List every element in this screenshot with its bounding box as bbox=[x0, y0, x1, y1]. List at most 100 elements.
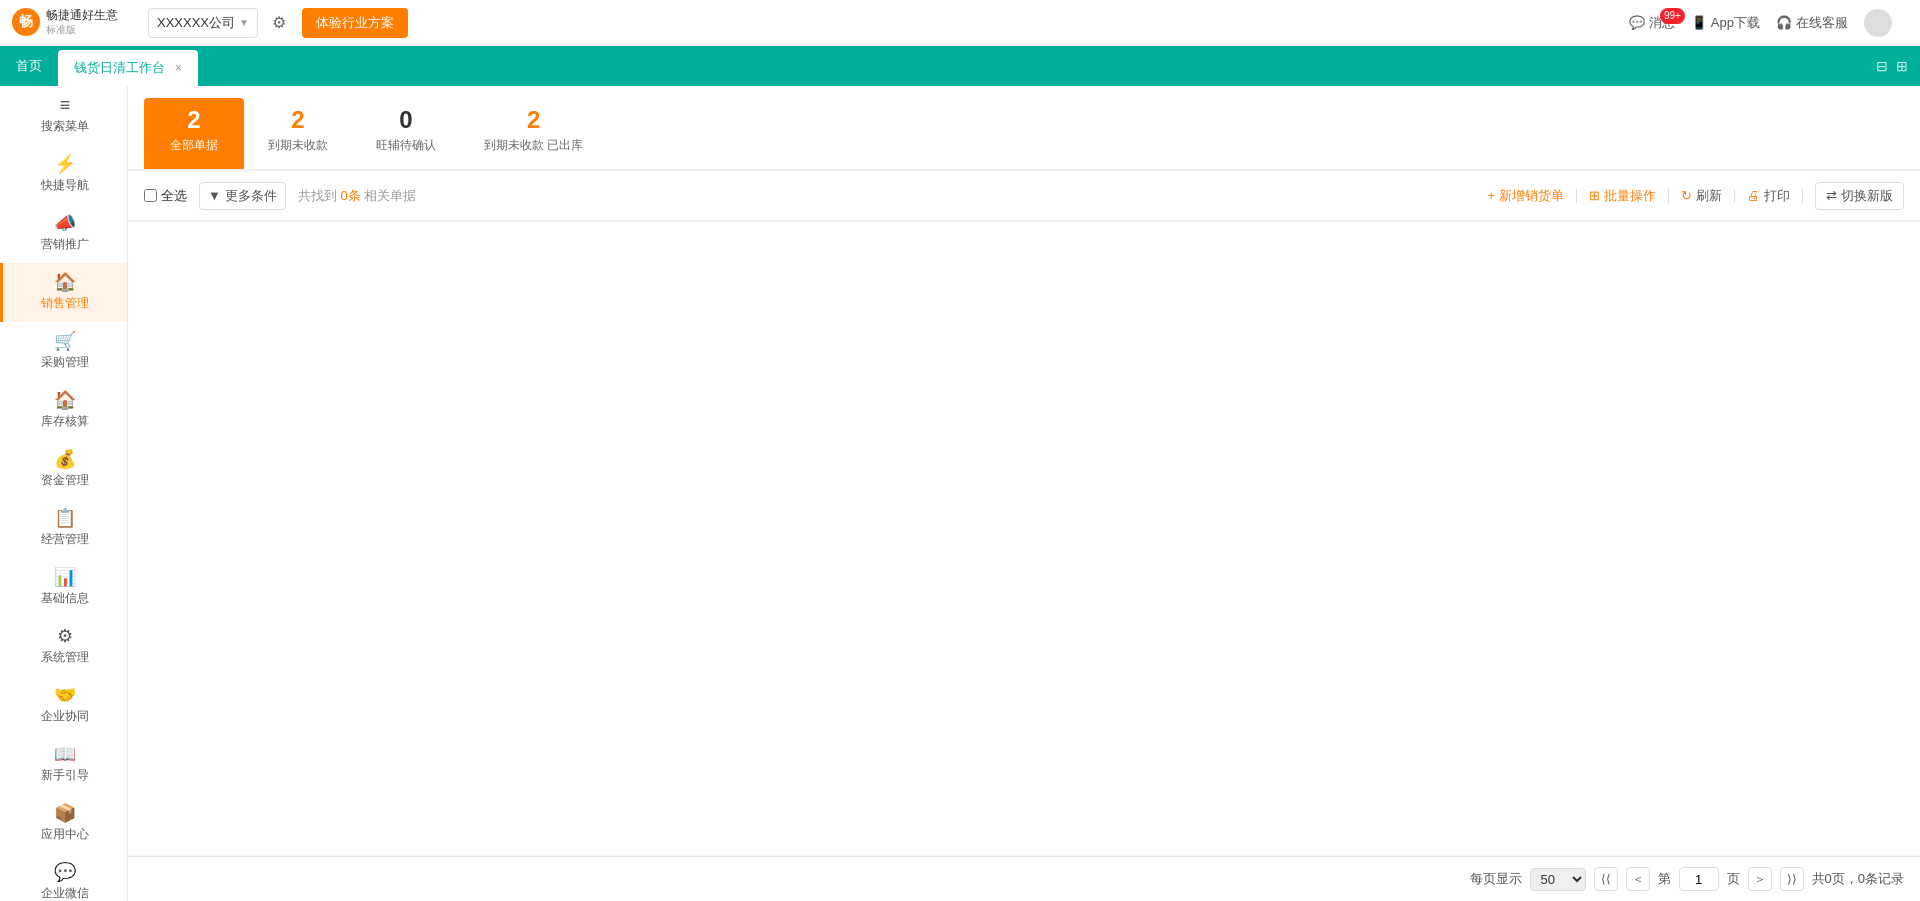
toolbar-divider-1 bbox=[1576, 189, 1577, 203]
sidebar-label-purchase: 采购管理 bbox=[41, 354, 89, 371]
company-dropdown-arrow: ▼ bbox=[239, 17, 249, 28]
marketing-icon: 📣 bbox=[54, 214, 76, 232]
experience-btn[interactable]: 体验行业方案 bbox=[302, 8, 408, 38]
switch-version-btn[interactable]: ⇄ 切换新版 bbox=[1815, 182, 1904, 210]
found-prefix: 共找到 bbox=[298, 188, 337, 203]
sidebar-item-purchase[interactable]: 🛒 采购管理 bbox=[0, 322, 127, 381]
tab-close-icon[interactable]: × bbox=[175, 61, 182, 75]
logo-text-group: 畅捷通好生意 标准版 bbox=[46, 8, 118, 36]
filter-icon: ▼ bbox=[208, 188, 221, 203]
page-label-2: 页 bbox=[1727, 870, 1740, 888]
sidebar-label-inventory: 库存核算 bbox=[41, 413, 89, 430]
sidebar-item-quick-nav[interactable]: ⚡ 快捷导航 bbox=[0, 145, 127, 204]
app-center-icon: 📦 bbox=[54, 804, 76, 822]
print-btn[interactable]: 🖨 打印 bbox=[1747, 187, 1790, 205]
new-order-btn[interactable]: + 新增销货单 bbox=[1487, 187, 1564, 205]
page-label: 第 bbox=[1658, 870, 1671, 888]
toolbar-divider-2 bbox=[1668, 189, 1669, 203]
new-order-label: 新增销货单 bbox=[1499, 187, 1564, 205]
batch-label: 批量操作 bbox=[1604, 187, 1656, 205]
sidebar-item-search-menu[interactable]: ≡ 搜索菜单 bbox=[0, 86, 127, 145]
operations-icon: 📋 bbox=[54, 509, 76, 527]
refresh-btn[interactable]: ↻ 刷新 bbox=[1681, 187, 1722, 205]
filter-btn[interactable]: ▼ 更多条件 bbox=[199, 182, 286, 210]
tab-home[interactable]: 首页 bbox=[0, 46, 58, 86]
sidebar-item-enterprise[interactable]: 🤝 企业协同 bbox=[0, 676, 127, 735]
sidebar-item-guide[interactable]: 📖 新手引导 bbox=[0, 735, 127, 794]
sidebar-item-basic-info[interactable]: 📊 基础信息 bbox=[0, 558, 127, 617]
sidebar-label-app-center: 应用中心 bbox=[41, 826, 89, 843]
sidebar-label-sales: 销售管理 bbox=[41, 295, 89, 312]
stat-tab-overdue[interactable]: 2 到期未收款 bbox=[244, 98, 352, 169]
app-download-label: App下载 bbox=[1711, 14, 1760, 32]
logo-area: 畅 畅捷通好生意 标准版 bbox=[12, 8, 140, 36]
plus-icon: + bbox=[1487, 188, 1495, 203]
page-first-btn[interactable]: ⟨⟨ bbox=[1594, 867, 1618, 891]
stat-pending-number: 0 bbox=[399, 106, 412, 135]
table-area bbox=[128, 223, 1920, 854]
sidebar-item-marketing[interactable]: 📣 营销推广 bbox=[0, 204, 127, 263]
tab-home-label: 首页 bbox=[16, 57, 42, 75]
select-all-label: 全选 bbox=[161, 187, 187, 205]
system-icon: ⚙ bbox=[57, 627, 73, 645]
company-selector[interactable]: XXXXXX公司 ▼ bbox=[148, 8, 258, 38]
sidebar-item-system[interactable]: ⚙ 系统管理 bbox=[0, 617, 127, 676]
stat-all-label: 全部单据 bbox=[170, 137, 218, 154]
stat-shipped-number: 2 bbox=[527, 106, 540, 135]
refresh-label: 刷新 bbox=[1696, 187, 1722, 205]
tab-work[interactable]: 钱货日清工作台 × bbox=[58, 50, 198, 86]
sidebar-label-basic-info: 基础信息 bbox=[41, 590, 89, 607]
settings-button[interactable]: ⚙ bbox=[264, 8, 294, 38]
content-area: 2 全部单据 2 到期未收款 0 旺辅待确认 2 到期未收款 已出库 全选 bbox=[128, 86, 1920, 901]
select-all-checkbox[interactable]: 全选 bbox=[144, 187, 187, 205]
page-size-select[interactable]: 50 10 20 100 bbox=[1530, 868, 1586, 891]
batch-operation-btn[interactable]: ⊞ 批量操作 bbox=[1589, 187, 1656, 205]
guide-icon: 📖 bbox=[54, 745, 76, 763]
stat-shipped-label: 到期未收款 已出库 bbox=[484, 137, 583, 154]
headset-icon: 🎧 bbox=[1776, 15, 1792, 30]
sidebar-label-enterprise: 企业协同 bbox=[41, 708, 89, 725]
toolbar-divider-3 bbox=[1734, 189, 1735, 203]
stat-tab-pending[interactable]: 0 旺辅待确认 bbox=[352, 98, 460, 169]
company-name: XXXXXX公司 bbox=[157, 14, 235, 32]
main-layout: ≡ 搜索菜单 ⚡ 快捷导航 📣 营销推广 🏠 销售管理 🛒 采购管理 🏠 库存核… bbox=[0, 86, 1920, 901]
sidebar-item-operations[interactable]: 📋 经营管理 bbox=[0, 499, 127, 558]
message-icon: 💬 bbox=[1629, 15, 1645, 30]
sidebar-item-wechat[interactable]: 💬 企业微信 bbox=[0, 853, 127, 901]
page-prev-btn[interactable]: ＜ bbox=[1626, 867, 1650, 891]
sidebar-item-inventory[interactable]: 🏠 库存核算 bbox=[0, 381, 127, 440]
page-next-btn[interactable]: ＞ bbox=[1748, 867, 1772, 891]
sidebar-label-system: 系统管理 bbox=[41, 649, 89, 666]
select-all-input[interactable] bbox=[144, 189, 157, 202]
sidebar: ≡ 搜索菜单 ⚡ 快捷导航 📣 营销推广 🏠 销售管理 🛒 采购管理 🏠 库存核… bbox=[0, 86, 128, 901]
finance-icon: 💰 bbox=[54, 450, 76, 468]
stat-tab-shipped[interactable]: 2 到期未收款 已出库 bbox=[460, 98, 607, 169]
sidebar-item-sales[interactable]: 🏠 销售管理 bbox=[0, 263, 127, 322]
sidebar-item-app-center[interactable]: 📦 应用中心 bbox=[0, 794, 127, 853]
total-text: 共0页，0条记录 bbox=[1812, 870, 1904, 888]
stat-tab-all[interactable]: 2 全部单据 bbox=[144, 98, 244, 169]
tab-maximize-icon[interactable]: ⊞ bbox=[1896, 58, 1908, 74]
inventory-icon: 🏠 bbox=[54, 391, 76, 409]
stats-tabs: 2 全部单据 2 到期未收款 0 旺辅待确认 2 到期未收款 已出库 bbox=[128, 86, 1920, 170]
page-last-btn[interactable]: ⟩⟩ bbox=[1780, 867, 1804, 891]
online-service-label: 在线客服 bbox=[1796, 14, 1848, 32]
print-icon: 🖨 bbox=[1747, 188, 1760, 203]
sidebar-label-finance: 资金管理 bbox=[41, 472, 89, 489]
tab-minimize-icon[interactable]: ⊟ bbox=[1876, 58, 1888, 74]
found-count: 0条 bbox=[341, 188, 361, 203]
sidebar-item-finance[interactable]: 💰 资金管理 bbox=[0, 440, 127, 499]
logo-subtitle: 标准版 bbox=[46, 23, 118, 37]
toolbar-divider-4 bbox=[1802, 189, 1803, 203]
message-btn[interactable]: 💬 消息 99+ bbox=[1629, 14, 1675, 32]
app-download-btn[interactable]: 📱 App下载 bbox=[1691, 14, 1760, 32]
online-service-btn[interactable]: 🎧 在线客服 bbox=[1776, 14, 1848, 32]
page-size-label: 每页显示 bbox=[1470, 870, 1522, 888]
pagination: 每页显示 50 10 20 100 ⟨⟨ ＜ 第 页 ＞ ⟩⟩ 共0页，0条记录 bbox=[128, 856, 1920, 901]
sidebar-label-quick-nav: 快捷导航 bbox=[41, 177, 89, 194]
sales-icon: 🏠 bbox=[54, 273, 76, 291]
sidebar-label-search-menu: 搜索菜单 bbox=[41, 118, 89, 135]
avatar[interactable] bbox=[1864, 9, 1892, 37]
refresh-icon: ↻ bbox=[1681, 188, 1692, 203]
page-input[interactable] bbox=[1679, 867, 1719, 891]
